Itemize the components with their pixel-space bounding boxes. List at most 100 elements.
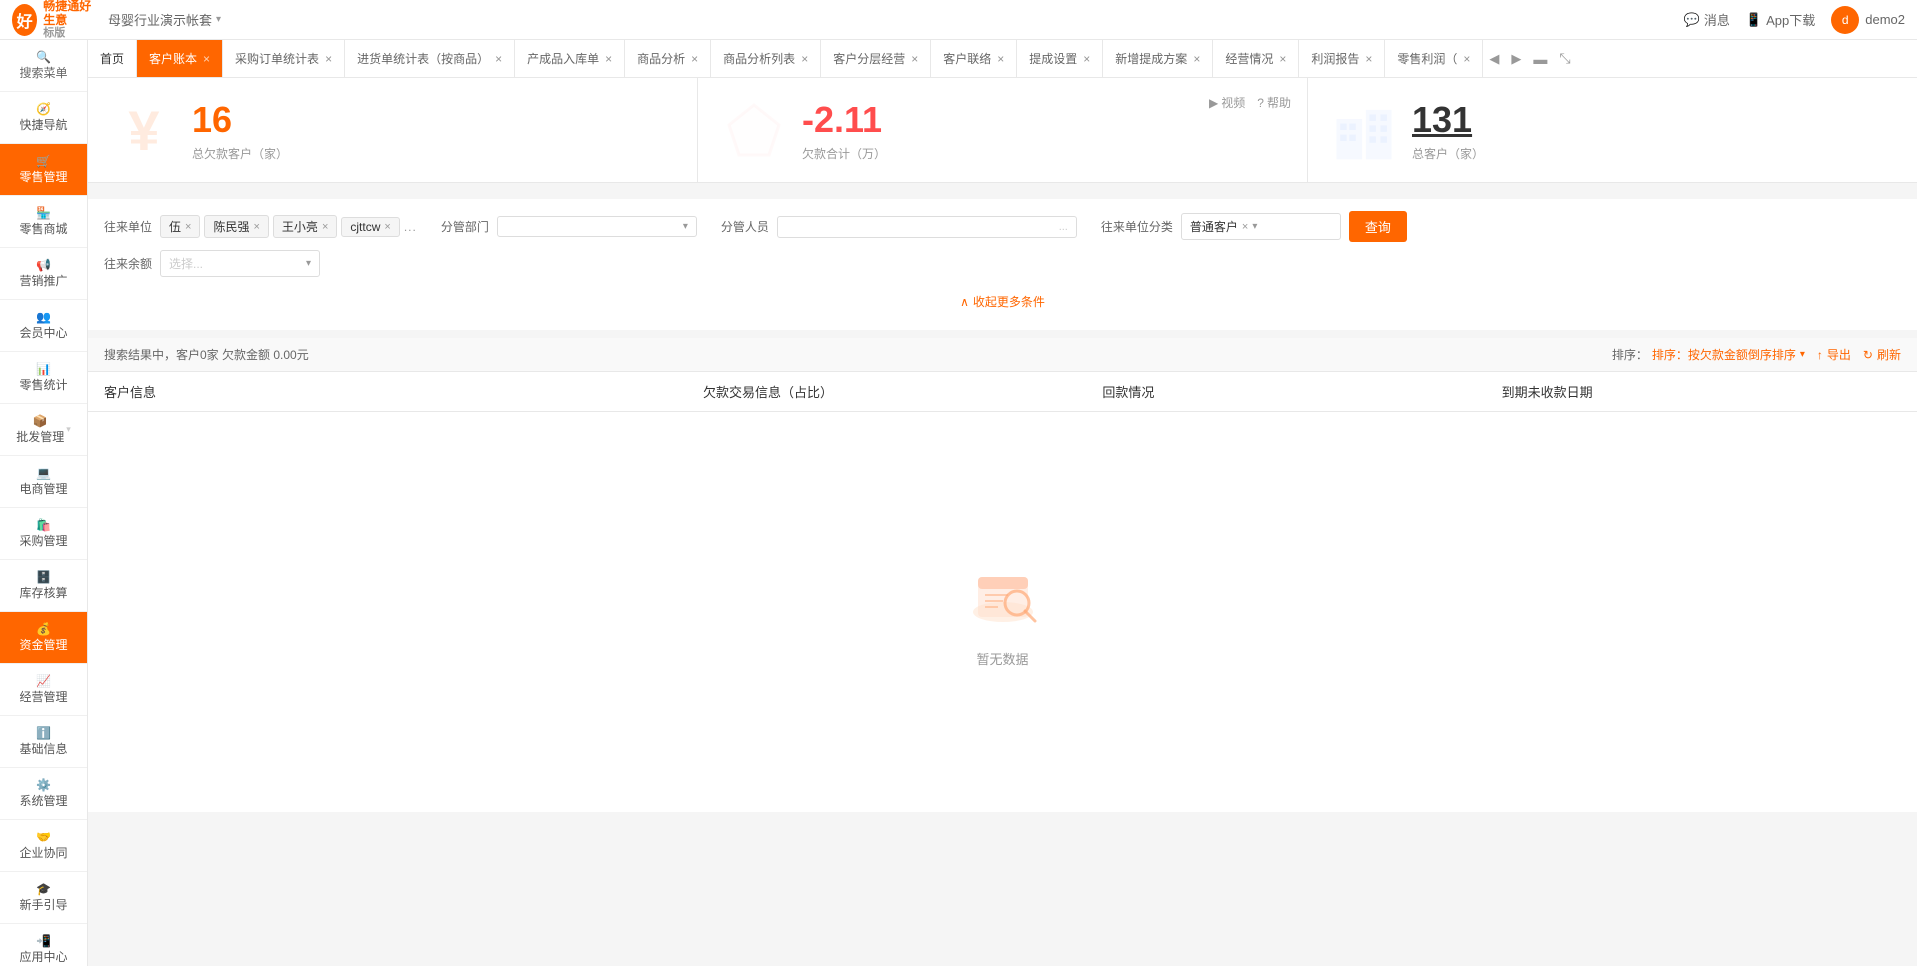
sidebar-item-label: 库存核算 xyxy=(4,584,83,601)
more-tags-btn[interactable]: ... xyxy=(404,220,417,234)
table-body: 暂无数据 xyxy=(88,412,1917,812)
sidebar-item-purchase-mgmt[interactable]: 🛍️ 采购管理 xyxy=(0,508,87,560)
remove-tag-btn[interactable]: × xyxy=(384,221,390,233)
sidebar-item-marketing[interactable]: 📢 营销推广 xyxy=(0,248,87,300)
sidebar-item-label: 经营管理 xyxy=(4,688,83,705)
close-icon[interactable]: × xyxy=(911,52,918,66)
tab-profit-report[interactable]: 利润报告 × xyxy=(1299,40,1385,78)
stat-total-debt-amount: ▶ 视频 ? 帮助 xyxy=(698,78,1308,182)
mall-icon: 🏪 xyxy=(4,206,83,220)
tab-customer-contacts[interactable]: 客户联络 × xyxy=(931,40,1017,78)
close-icon[interactable]: × xyxy=(997,52,1004,66)
stat-label: 欠款合计（万） xyxy=(802,145,886,162)
top-bar-left: 好 畅捷通好生意 标版 母婴行业演示帐套 ▾ xyxy=(12,0,221,40)
sidebar-item-business-mgmt[interactable]: 📈 经营管理 xyxy=(0,664,87,716)
filter-tag-unit: 王小亮 × xyxy=(273,215,337,238)
app-download-btn[interactable]: 📱 App下载 xyxy=(1746,10,1815,29)
remove-tag-btn[interactable]: × xyxy=(322,221,328,233)
empty-state: 暂无数据 xyxy=(963,497,1043,728)
purchase-icon: 🛍️ xyxy=(4,518,83,532)
close-icon[interactable]: × xyxy=(1365,52,1372,66)
remove-tag-btn[interactable]: × xyxy=(1242,221,1248,233)
refresh-btn[interactable]: ↻ 刷新 xyxy=(1863,346,1901,363)
tab-new-promotion-plan[interactable]: 新增提成方案 × xyxy=(1103,40,1213,78)
sidebar-item-retail-stats[interactable]: 📊 零售统计 xyxy=(0,352,87,404)
close-icon[interactable]: × xyxy=(605,52,612,66)
balance-select[interactable]: 选择... ▾ xyxy=(160,250,320,277)
sidebar-item-capital-mgmt[interactable]: 💰 资金管理 xyxy=(0,612,87,664)
sidebar-item-label: 采购管理 xyxy=(4,532,83,549)
tab-product-analysis-list[interactable]: 商品分析列表 × xyxy=(711,40,821,78)
category-select[interactable]: 普通客户 × ▾ xyxy=(1181,213,1341,240)
sidebar-item-member[interactable]: 👥 会员中心 xyxy=(0,300,87,352)
business-icon: 📈 xyxy=(4,674,83,688)
stat-text: 16 总欠款客户（家） xyxy=(192,98,288,162)
guide-icon: 🎓 xyxy=(4,882,83,896)
tab-prev-btn[interactable]: ◀ xyxy=(1483,40,1505,78)
close-icon[interactable]: × xyxy=(495,52,502,66)
sidebar-item-wholesale-mgmt[interactable]: 📦 批发管理 ▾ xyxy=(0,404,87,456)
content-area: 首页 客户账本 × 采购订单统计表 × 进货单统计表（按商品） × 产成品入库单… xyxy=(88,40,1917,966)
top-bar: 好 畅捷通好生意 标版 母婴行业演示帐套 ▾ 💬 消息 📱 App下载 d de… xyxy=(0,0,1917,40)
logo-icon: 好 xyxy=(12,4,37,36)
video-help-btn[interactable]: ▶ 视频 xyxy=(1209,94,1245,111)
remove-tag-btn[interactable]: × xyxy=(185,221,191,233)
sidebar-item-system-mgmt[interactable]: ⚙️ 系统管理 xyxy=(0,768,87,820)
dept-select[interactable]: ▾ xyxy=(497,216,697,237)
collapse-filters-btn[interactable]: ∧ 收起更多条件 xyxy=(960,293,1045,310)
remove-tag-btn[interactable]: × xyxy=(253,221,259,233)
tab-product-analysis[interactable]: 商品分析 × xyxy=(625,40,711,78)
industry-selector[interactable]: 母婴行业演示帐套 ▾ xyxy=(108,10,221,29)
export-btn[interactable]: ↑ 导出 xyxy=(1817,346,1851,363)
tab-inbound-stats[interactable]: 进货单统计表（按商品） × xyxy=(345,40,515,78)
tab-purchase-orders[interactable]: 采购订单统计表 × xyxy=(223,40,345,78)
sort-select[interactable]: 排序： 排序：按欠款金额倒序排序 ▾ xyxy=(1612,346,1805,363)
close-icon[interactable]: × xyxy=(1279,52,1286,66)
tab-customer-segments[interactable]: 客户分层经营 × xyxy=(821,40,931,78)
query-button[interactable]: 查询 xyxy=(1349,211,1407,242)
tab-minimize-btn[interactable]: ▬ xyxy=(1527,40,1553,78)
result-info: 搜索结果中，客户0家 欠款金额 0.00元 xyxy=(104,346,309,363)
sidebar-item-search[interactable]: 🔍 搜索菜单 xyxy=(0,40,87,92)
close-icon[interactable]: × xyxy=(325,52,332,66)
tab-business-situation[interactable]: 经营情况 × xyxy=(1213,40,1299,78)
sidebar-item-ecommerce[interactable]: 💻 电商管理 xyxy=(0,456,87,508)
messages-btn[interactable]: 💬 消息 xyxy=(1684,10,1730,29)
sidebar-item-quick-nav[interactable]: 🧭 快捷导航 xyxy=(0,92,87,144)
close-icon[interactable]: × xyxy=(801,52,808,66)
tab-home[interactable]: 首页 xyxy=(88,40,137,78)
close-icon[interactable]: × xyxy=(691,52,698,66)
sidebar-item-new-guide[interactable]: 🎓 新手引导 xyxy=(0,872,87,924)
sidebar-item-label: 基础信息 xyxy=(4,740,83,757)
sidebar-item-enterprise-coop[interactable]: 🤝 企业协同 xyxy=(0,820,87,872)
tab-expand-btn[interactable]: ⤡ xyxy=(1553,40,1576,78)
close-icon[interactable]: × xyxy=(203,52,210,66)
close-icon[interactable]: × xyxy=(1193,52,1200,66)
tab-label: 提成设置 xyxy=(1029,50,1077,67)
tab-next-btn[interactable]: ▶ xyxy=(1505,40,1527,78)
sidebar-item-label: 零售统计 xyxy=(4,376,83,393)
search-icon: 🔍 xyxy=(8,50,79,64)
close-icon[interactable]: × xyxy=(1463,52,1470,66)
currency-icon: ¥ xyxy=(112,98,176,162)
sidebar-item-label: 电商管理 xyxy=(4,480,83,497)
sidebar-item-retail-mgmt[interactable]: 🛒 零售管理 xyxy=(0,144,87,196)
sidebar-item-app-center[interactable]: 📲 应用中心 xyxy=(0,924,87,966)
tab-accounts[interactable]: 客户账本 × xyxy=(137,40,223,78)
close-icon[interactable]: × xyxy=(1083,52,1090,66)
person-select[interactable]: ... xyxy=(777,216,1077,238)
balance-filter-label: 往来余额 xyxy=(104,255,152,272)
tab-promotion-settings[interactable]: 提成设置 × xyxy=(1017,40,1103,78)
table-header: 客户信息 欠款交易信息（占比） 回款情况 到期未收款日期 xyxy=(88,372,1917,412)
user-area[interactable]: d demo2 xyxy=(1831,6,1905,34)
chevron-down-icon: ▾ xyxy=(216,14,221,25)
help-btn[interactable]: ? 帮助 xyxy=(1257,94,1291,111)
sidebar-item-basic-info[interactable]: ℹ️ 基础信息 xyxy=(0,716,87,768)
empty-icon xyxy=(963,557,1043,637)
sidebar-item-inventory[interactable]: 🗄️ 库存核算 xyxy=(0,560,87,612)
category-filter-label: 往来单位分类 xyxy=(1101,218,1173,235)
tab-production-inbound[interactable]: 产成品入库单 × xyxy=(515,40,625,78)
tab-retail-profit[interactable]: 零售利润（ × xyxy=(1385,40,1483,78)
sidebar-item-retail-mall[interactable]: 🏪 零售商城 xyxy=(0,196,87,248)
stat-label: 总客户（家） xyxy=(1412,145,1484,162)
